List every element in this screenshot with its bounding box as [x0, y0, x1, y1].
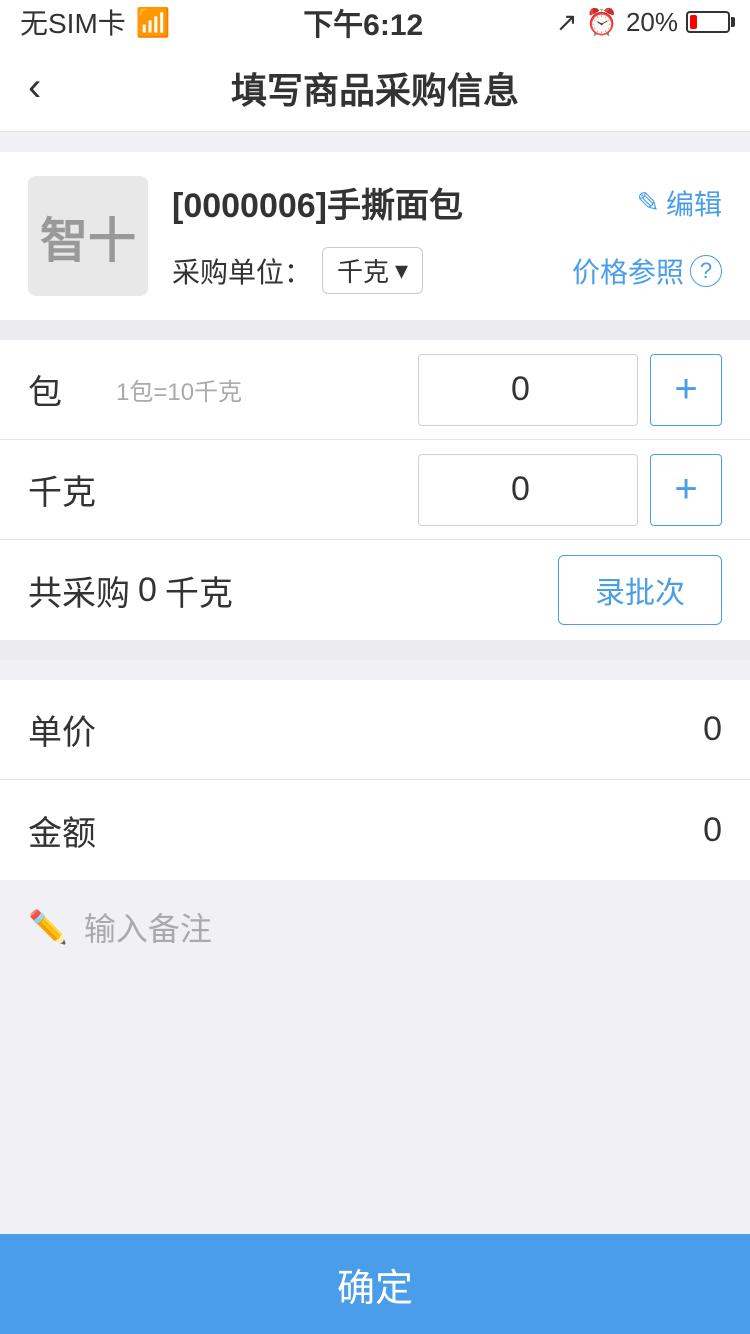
amount-row: 金额 0	[0, 780, 750, 880]
product-logo: 智十	[40, 201, 136, 271]
unit-dropdown-icon: ▾	[395, 255, 408, 286]
summary-row: 共采购 0 千克 录批次	[0, 540, 750, 640]
bao-plus-icon: +	[674, 367, 697, 412]
bao-input[interactable]	[418, 354, 638, 426]
product-image: 智十	[28, 176, 148, 296]
battery-icon	[686, 11, 730, 33]
bao-input-wrapper: +	[242, 354, 722, 426]
unit-select[interactable]: 千克 ▾	[322, 247, 423, 294]
bao-label: 包	[28, 365, 108, 414]
edit-button[interactable]: ✎ 编辑	[637, 183, 722, 223]
price-ref-button[interactable]: 价格参照 ?	[572, 251, 722, 291]
kg-label: 千克	[28, 465, 108, 514]
unit-price-label: 单价	[28, 705, 96, 754]
help-icon: ?	[690, 255, 722, 287]
kg-input-row: 千克 +	[0, 440, 750, 540]
bao-plus-button[interactable]: +	[650, 354, 722, 426]
kg-plus-icon: +	[674, 467, 697, 512]
pencil-icon: ✏️	[28, 908, 68, 946]
nav-bar: ‹ 填写商品采购信息	[0, 44, 750, 132]
unit-label: 采购单位：	[172, 251, 312, 291]
wifi-icon: 📶	[136, 6, 171, 39]
price-section: 单价 0 金额 0	[0, 680, 750, 880]
section-divider-1	[0, 320, 750, 340]
summary-unit: 千克	[165, 566, 233, 615]
status-left: 无SIM卡 📶	[20, 2, 171, 42]
unit-price-row: 单价 0	[0, 680, 750, 780]
amount-label: 金额	[28, 806, 96, 855]
unit-price-value: 0	[703, 710, 722, 749]
status-right: ↗ ⏰ 20%	[556, 7, 730, 38]
summary-label: 共采购	[28, 566, 130, 615]
price-ref-label: 价格参照	[572, 251, 684, 291]
confirm-button[interactable]: 确定	[0, 1234, 750, 1334]
battery-fill	[690, 15, 697, 29]
amount-value: 0	[703, 811, 722, 850]
alarm-icon: ⏰	[586, 7, 618, 38]
unit-value: 千克	[337, 252, 389, 289]
product-unit-row: 采购单位： 千克 ▾ 价格参照 ?	[172, 247, 722, 294]
kg-plus-button[interactable]: +	[650, 454, 722, 526]
product-name-row: [0000006]手撕面包 ✎ 编辑	[172, 178, 722, 227]
summary-text: 共采购 0 千克	[28, 566, 233, 615]
edit-label: 编辑	[666, 183, 722, 223]
confirm-label: 确定	[337, 1257, 413, 1312]
summary-value: 0	[138, 571, 157, 610]
location-icon: ↗	[556, 7, 578, 38]
input-section: 包 1包=10千克 + 千克 +	[0, 340, 750, 540]
bao-input-row: 包 1包=10千克 +	[0, 340, 750, 440]
section-divider-2	[0, 640, 750, 660]
edit-icon: ✎	[637, 186, 660, 219]
kg-input[interactable]	[418, 454, 638, 526]
remark-placeholder: 输入备注	[84, 904, 212, 950]
product-card: 智十 [0000006]手撕面包 ✎ 编辑 采购单位： 千克 ▾ 价格参照 ?	[0, 152, 750, 320]
carrier-label: 无SIM卡	[20, 2, 126, 42]
product-name: [0000006]手撕面包	[172, 178, 463, 227]
record-batch-button[interactable]: 录批次	[558, 555, 722, 625]
page-title: 填写商品采购信息	[231, 62, 519, 114]
back-icon: ‹	[28, 65, 41, 109]
status-bar: 无SIM卡 📶 下午6:12 ↗ ⏰ 20%	[0, 0, 750, 44]
remark-section[interactable]: ✏️ 输入备注	[0, 880, 750, 974]
kg-input-wrapper: +	[108, 454, 722, 526]
product-info: [0000006]手撕面包 ✎ 编辑 采购单位： 千克 ▾ 价格参照 ?	[172, 178, 722, 294]
battery-percent: 20%	[626, 7, 678, 38]
bao-sub-label: 1包=10千克	[116, 372, 242, 407]
summary-section: 共采购 0 千克 录批次	[0, 540, 750, 640]
back-button[interactable]: ‹	[28, 65, 41, 110]
status-time: 下午6:12	[303, 0, 423, 44]
